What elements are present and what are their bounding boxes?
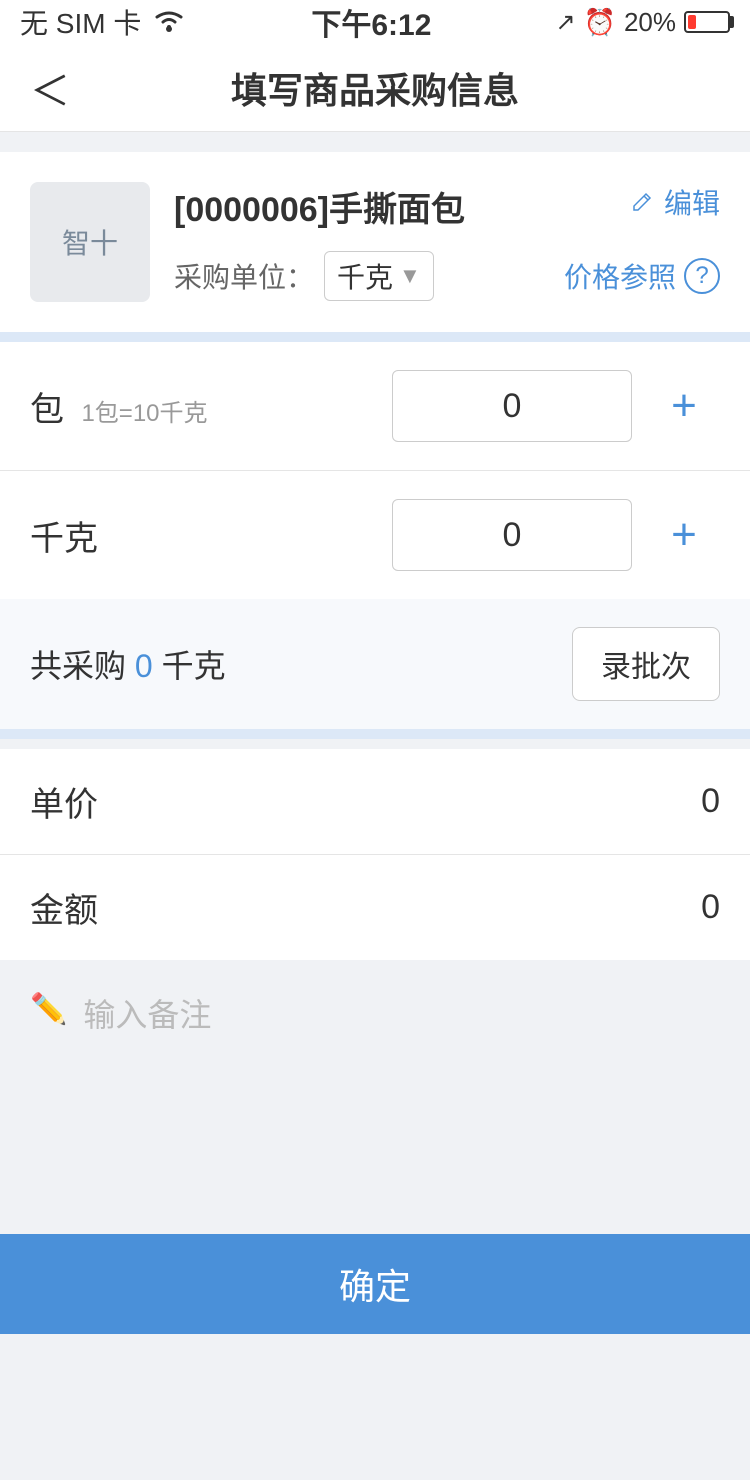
qty-sub-label-bao: 1包=10千克 xyxy=(81,400,207,427)
summary-section: 共采购 0 千克 录批次 xyxy=(0,599,750,729)
status-bar: 无 SIM 卡 下午6:12 ↗ ⏰ 20% xyxy=(0,0,750,44)
unit-label: 采购单位： xyxy=(174,256,314,296)
top-divider xyxy=(0,132,750,152)
back-button[interactable]: ＜ xyxy=(20,49,80,127)
sim-status: 无 SIM 卡 xyxy=(20,2,141,42)
price-value-amount: 0 xyxy=(701,888,720,927)
nav-title: 填写商品采购信息 xyxy=(231,62,519,114)
quantity-row-bao: 包 1包=10千克 + xyxy=(0,342,750,471)
quantity-section: 包 1包=10千克 + 千克 + xyxy=(0,342,750,599)
battery-icon xyxy=(684,11,730,33)
product-logo: 智十 xyxy=(62,222,118,262)
section-divider-blue xyxy=(0,332,750,342)
price-ref-help-icon: ? xyxy=(684,258,720,294)
product-image: 智十 xyxy=(30,182,150,302)
pencil-icon: ✏️ xyxy=(30,992,67,1027)
unit-dropdown-arrow: ▼ xyxy=(399,263,421,289)
summary-text: 共采购 0 千克 xyxy=(30,641,226,687)
unit-select[interactable]: 千克 ▼ xyxy=(324,251,434,301)
product-name: [0000006]手撕面包 xyxy=(174,182,465,231)
section-divider-blue-2 xyxy=(0,729,750,739)
qty-input-wrap-bao: + xyxy=(208,370,720,442)
qty-plus-bao[interactable]: + xyxy=(648,370,720,442)
qty-label-kg: 千克 xyxy=(30,511,110,560)
qty-input-wrap-kg: + xyxy=(110,499,720,571)
price-value-unit: 0 xyxy=(701,782,720,821)
qty-input-kg[interactable] xyxy=(392,499,632,571)
batch-button[interactable]: 录批次 xyxy=(572,627,720,701)
confirm-button[interactable]: 确定 xyxy=(0,1234,750,1334)
qty-input-bao[interactable] xyxy=(392,370,632,442)
wifi-icon xyxy=(151,5,187,40)
qty-plus-kg[interactable]: + xyxy=(648,499,720,571)
product-card: 智十 [0000006]手撕面包 编辑 采购单位： 千克 ▼ xyxy=(0,152,750,332)
price-label-unit: 单价 xyxy=(30,777,98,826)
status-time: 下午6:12 xyxy=(311,0,431,44)
location-icon: ↗ xyxy=(555,8,575,37)
product-header: [0000006]手撕面包 编辑 xyxy=(174,182,720,231)
product-info: [0000006]手撕面包 编辑 采购单位： 千克 ▼ xyxy=(174,182,720,301)
price-row-amount: 金额 0 xyxy=(0,855,750,960)
price-section: 单价 0 金额 0 xyxy=(0,749,750,960)
price-row-unit: 单价 0 xyxy=(0,749,750,855)
remark-placeholder: 输入备注 xyxy=(83,990,211,1036)
product-unit-row: 采购单位： 千克 ▼ 价格参照 ? xyxy=(174,251,720,301)
price-ref-button[interactable]: 价格参照 ? xyxy=(564,256,720,296)
edit-icon xyxy=(630,188,658,216)
summary-amount: 0 xyxy=(135,648,153,684)
edit-button[interactable]: 编辑 xyxy=(630,182,720,222)
nav-bar: ＜ 填写商品采购信息 xyxy=(0,44,750,132)
quantity-row-kg: 千克 + xyxy=(0,471,750,599)
status-bar-right: ↗ ⏰ 20% xyxy=(555,7,730,38)
alarm-icon: ⏰ xyxy=(584,7,616,38)
price-label-amount: 金额 xyxy=(30,883,98,932)
empty-space xyxy=(0,1080,750,1380)
confirm-button-label: 确定 xyxy=(339,1258,411,1310)
battery-percent: 20% xyxy=(624,7,676,38)
qty-label-bao: 包 1包=10千克 xyxy=(30,382,208,431)
remark-section[interactable]: ✏️ 输入备注 xyxy=(0,960,750,1080)
status-bar-left: 无 SIM 卡 xyxy=(20,2,187,42)
